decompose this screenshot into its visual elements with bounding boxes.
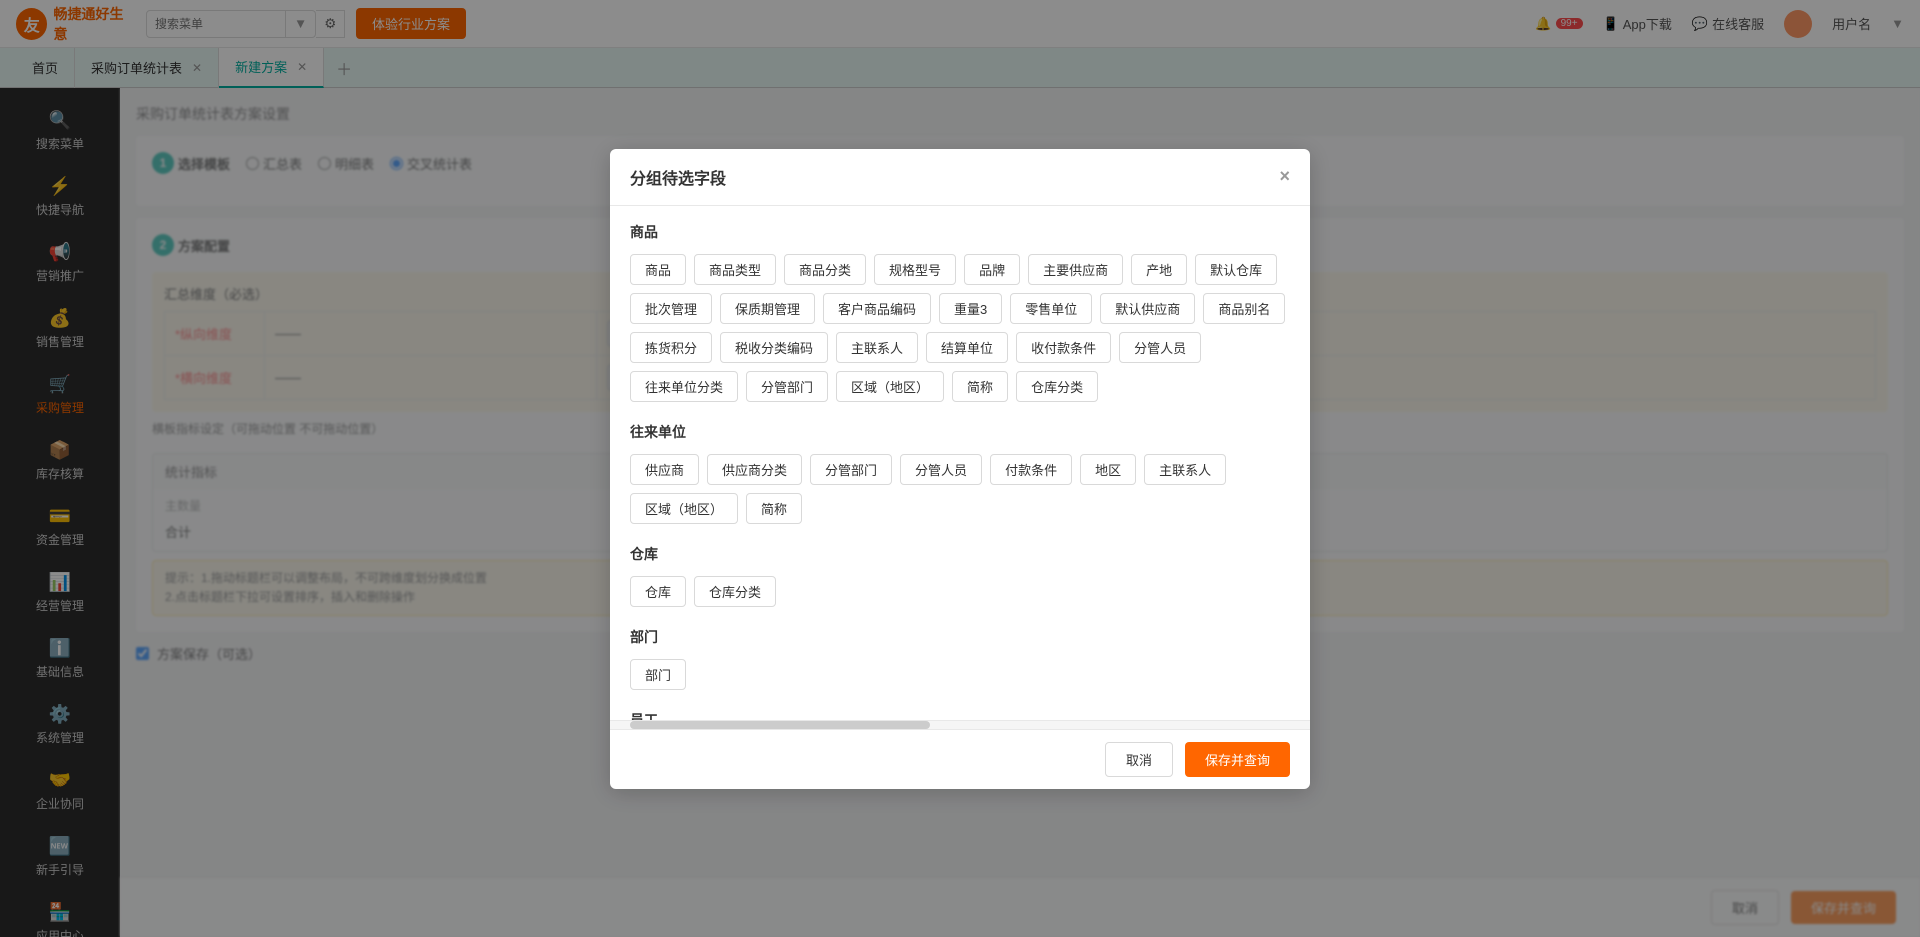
warehouse-field-tags: 仓库 仓库分类 [630,576,1290,607]
field-tag-partner-5[interactable]: 地区 [1080,454,1136,485]
field-tag-product-12[interactable]: 零售单位 [1010,293,1092,324]
field-tag-product-21[interactable]: 往来单位分类 [630,371,738,402]
field-tag-product-23[interactable]: 区域（地区） [836,371,944,402]
modal-close-button[interactable]: × [1279,166,1290,187]
field-tag-partner-6[interactable]: 主联系人 [1144,454,1226,485]
field-tag-product-13[interactable]: 默认供应商 [1100,293,1195,324]
section-title-department: 部门 [630,627,1290,647]
field-tag-partner-3[interactable]: 分管人员 [900,454,982,485]
field-tag-product-22[interactable]: 分管部门 [746,371,828,402]
section-title-product: 商品 [630,222,1290,242]
field-tag-product-8[interactable]: 批次管理 [630,293,712,324]
field-tag-partner-1[interactable]: 供应商分类 [707,454,802,485]
field-tag-product-14[interactable]: 商品别名 [1203,293,1285,324]
section-title-partner: 往来单位 [630,422,1290,442]
field-tag-product-9[interactable]: 保质期管理 [720,293,815,324]
field-tag-product-20[interactable]: 分管人员 [1119,332,1201,363]
field-tag-product-15[interactable]: 拣货积分 [630,332,712,363]
field-section-warehouse: 仓库 仓库 仓库分类 [630,544,1290,607]
modal-footer: 取消 保存并查询 [610,729,1310,789]
product-field-tags: 商品 商品类型 商品分类 规格型号 品牌 主要供应商 产地 默认仓库 批次管理 … [630,254,1290,402]
field-tag-warehouse-1[interactable]: 仓库分类 [694,576,776,607]
field-tag-product-0[interactable]: 商品 [630,254,686,285]
modal-header: 分组待选字段 × [610,149,1310,206]
modal-overlay: 分组待选字段 × 商品 商品 商品类型 商品分类 规格型号 品牌 主要供应商 产… [0,0,1920,937]
field-section-partner: 往来单位 供应商 供应商分类 分管部门 分管人员 付款条件 地区 主联系人 区域… [630,422,1290,524]
modal-title: 分组待选字段 [630,165,726,189]
field-tag-partner-2[interactable]: 分管部门 [810,454,892,485]
field-tag-product-1[interactable]: 商品类型 [694,254,776,285]
field-tag-product-5[interactable]: 主要供应商 [1028,254,1123,285]
modal-cancel-button[interactable]: 取消 [1105,742,1173,777]
field-tag-product-3[interactable]: 规格型号 [874,254,956,285]
field-tag-product-24[interactable]: 简称 [952,371,1008,402]
h-scroll-thumb[interactable] [630,721,930,729]
field-tag-partner-7[interactable]: 区域（地区） [630,493,738,524]
department-field-tags: 部门 [630,659,1290,690]
field-tag-product-25[interactable]: 仓库分类 [1016,371,1098,402]
field-tag-product-11[interactable]: 重量3 [939,293,1002,324]
modal-dialog: 分组待选字段 × 商品 商品 商品类型 商品分类 规格型号 品牌 主要供应商 产… [610,149,1310,789]
modal-save-button[interactable]: 保存并查询 [1185,742,1290,777]
field-section-employee: 员工 业务员 [630,710,1290,720]
field-tag-product-4[interactable]: 品牌 [964,254,1020,285]
field-section-product: 商品 商品 商品类型 商品分类 规格型号 品牌 主要供应商 产地 默认仓库 批次… [630,222,1290,402]
modal-horizontal-scrollbar[interactable] [610,720,1310,729]
section-title-warehouse: 仓库 [630,544,1290,564]
field-tag-product-6[interactable]: 产地 [1131,254,1187,285]
field-tag-product-18[interactable]: 结算单位 [926,332,1008,363]
field-tag-product-7[interactable]: 默认仓库 [1195,254,1277,285]
modal-body: 商品 商品 商品类型 商品分类 规格型号 品牌 主要供应商 产地 默认仓库 批次… [610,206,1310,720]
section-title-employee: 员工 [630,710,1290,720]
field-tag-product-16[interactable]: 税收分类编码 [720,332,828,363]
field-tag-product-17[interactable]: 主联系人 [836,332,918,363]
field-tag-partner-4[interactable]: 付款条件 [990,454,1072,485]
field-tag-product-10[interactable]: 客户商品编码 [823,293,931,324]
field-tag-partner-0[interactable]: 供应商 [630,454,699,485]
partner-field-tags: 供应商 供应商分类 分管部门 分管人员 付款条件 地区 主联系人 区域（地区） … [630,454,1290,524]
field-section-department: 部门 部门 [630,627,1290,690]
field-tag-product-2[interactable]: 商品分类 [784,254,866,285]
field-tag-warehouse-0[interactable]: 仓库 [630,576,686,607]
field-tag-partner-8[interactable]: 简称 [746,493,802,524]
field-tag-dept-0[interactable]: 部门 [630,659,686,690]
field-tag-product-19[interactable]: 收付款条件 [1016,332,1111,363]
